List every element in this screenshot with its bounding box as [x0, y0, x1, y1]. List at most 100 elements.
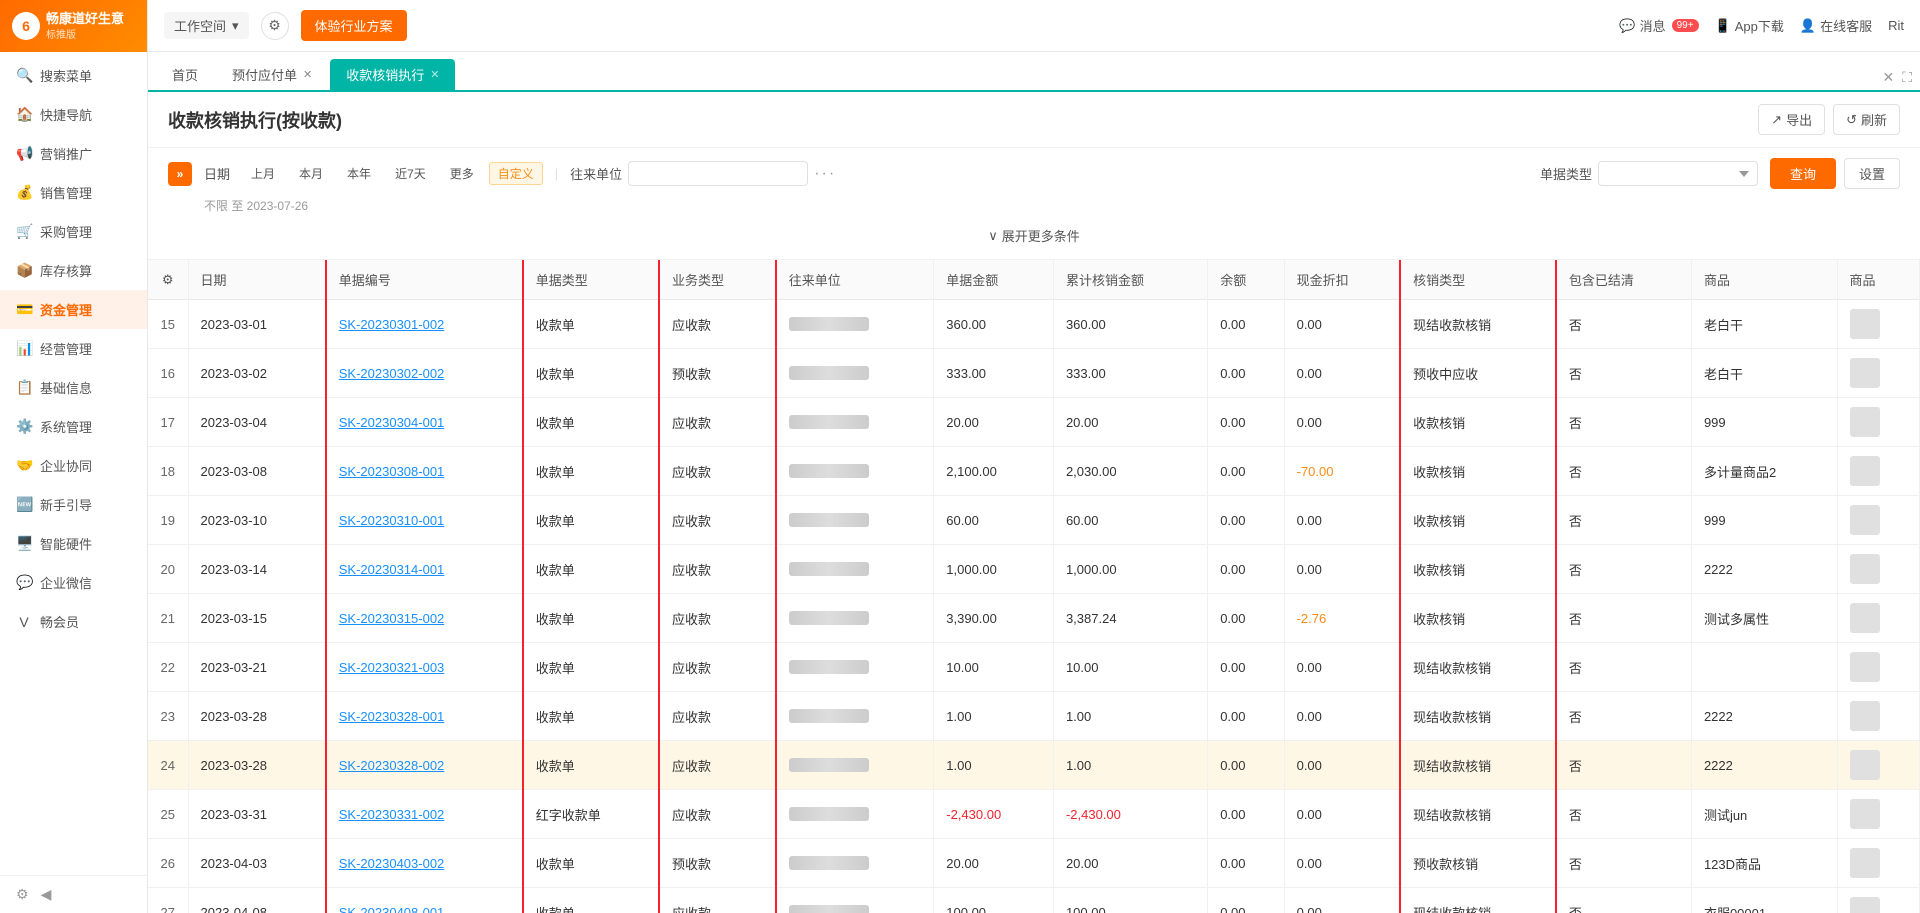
- sidebar-item-finance[interactable]: 💳 资金管理: [0, 290, 147, 329]
- cell-doctype: 收款单: [523, 300, 659, 349]
- service-btn[interactable]: 👤 在线客服: [1800, 16, 1872, 35]
- sidebar-item-guide[interactable]: 🆕 新手引导: [0, 485, 147, 524]
- cell-amount: 333.00: [934, 349, 1054, 398]
- cell-biztype: 应收款: [659, 300, 776, 349]
- doc-link[interactable]: SK-20230321-003: [339, 660, 445, 675]
- col-settings[interactable]: ⚙: [148, 260, 188, 300]
- cell-balance: 0.00: [1208, 300, 1284, 349]
- home-tab-label: 首页: [172, 65, 198, 84]
- doc-link[interactable]: SK-20230301-002: [339, 317, 445, 332]
- doc-link[interactable]: SK-20230302-002: [339, 366, 445, 381]
- filter-settings-btn[interactable]: 设置: [1844, 158, 1900, 189]
- sidebar-item-wechat[interactable]: 💬 企业微信: [0, 563, 147, 602]
- cell-verifytype: 现结收款核销: [1400, 692, 1556, 741]
- sidebar-item-inventory[interactable]: 📦 库存核算: [0, 251, 147, 290]
- cell-partner: ████████: [776, 643, 934, 692]
- doc-link[interactable]: SK-20230310-001: [339, 513, 445, 528]
- experience-btn[interactable]: 体验行业方案: [301, 10, 407, 41]
- product-thumb: [1850, 309, 1880, 339]
- blurred-partner: ████████: [789, 464, 869, 478]
- sidebar-icon-marketing: 📢: [16, 145, 32, 162]
- tab-home[interactable]: 首页: [156, 59, 214, 90]
- user-profile[interactable]: Rit: [1888, 18, 1904, 33]
- settings-icon[interactable]: ⚙: [16, 886, 29, 903]
- sidebar-item-quicknav[interactable]: 🏠 快捷导航: [0, 95, 147, 134]
- tab-collection[interactable]: 收款核销执行 ✕: [330, 59, 455, 90]
- topbar-settings-btn[interactable]: ⚙: [261, 12, 289, 40]
- doc-link[interactable]: SK-20230328-002: [339, 758, 445, 773]
- maximize-icon[interactable]: ⛶: [1902, 69, 1912, 86]
- app-download-btn[interactable]: 📱 App下载: [1715, 16, 1784, 35]
- collection-tab-close-icon[interactable]: ✕: [430, 68, 439, 81]
- col-balance: 余额: [1208, 260, 1284, 300]
- sidebar-item-search[interactable]: 🔍 搜索菜单: [0, 56, 147, 95]
- doc-link[interactable]: SK-20230328-001: [339, 709, 445, 724]
- cell-balance: 0.00: [1208, 496, 1284, 545]
- filter-doctype-select[interactable]: [1598, 161, 1758, 186]
- sidebar-label-basic: 基础信息: [40, 378, 92, 397]
- sidebar-item-basic[interactable]: 📋 基础信息: [0, 368, 147, 407]
- doc-link[interactable]: SK-20230403-002: [339, 856, 445, 871]
- sidebar-item-purchase[interactable]: 🛒 采购管理: [0, 212, 147, 251]
- blurred-partner: ████████: [789, 856, 869, 870]
- tab-prepay[interactable]: 预付应付单 ✕: [216, 59, 328, 90]
- sidebar-item-system[interactable]: ⚙️ 系统管理: [0, 407, 147, 446]
- sidebar-item-marketing[interactable]: 📢 营销推广: [0, 134, 147, 173]
- nav-tab-actions: ✕ ⛶: [1882, 69, 1912, 90]
- cell-date: 2023-03-31: [188, 790, 326, 839]
- cell-product2: [1837, 839, 1919, 888]
- cell-verifytype: 现结收款核销: [1400, 790, 1556, 839]
- cell-verified: 360.00: [1053, 300, 1207, 349]
- cell-product2: [1837, 741, 1919, 790]
- workspace-selector[interactable]: 工作空间 ▾: [164, 12, 249, 39]
- cell-product2: [1837, 496, 1919, 545]
- query-btn[interactable]: 查询: [1770, 158, 1836, 189]
- doc-link[interactable]: SK-20230331-002: [339, 807, 445, 822]
- cell-biztype: 应收款: [659, 398, 776, 447]
- sidebar-item-enterprise[interactable]: 🤝 企业协同: [0, 446, 147, 485]
- cell-verified: 1,000.00: [1053, 545, 1207, 594]
- prepay-tab-close-icon[interactable]: ✕: [303, 68, 312, 81]
- sidebar-item-operations[interactable]: 📊 经营管理: [0, 329, 147, 368]
- filter-this-year-btn[interactable]: 本年: [338, 162, 380, 185]
- sidebar-item-member[interactable]: V 畅会员: [0, 602, 147, 641]
- filter-expand-btn[interactable]: »: [168, 162, 192, 186]
- filter-more-btn[interactable]: 更多: [441, 162, 483, 185]
- page-header: 收款核销执行(按收款) ↗ 导出 ↺ 刷新: [148, 92, 1920, 148]
- cell-product: 多计量商品2: [1691, 447, 1837, 496]
- sidebar-item-sales[interactable]: 💰 销售管理: [0, 173, 147, 212]
- doc-link[interactable]: SK-20230408-001: [339, 905, 445, 913]
- cell-biztype: 应收款: [659, 496, 776, 545]
- cell-balance: 0.00: [1208, 545, 1284, 594]
- refresh-btn[interactable]: ↺ 刷新: [1833, 104, 1900, 135]
- cell-amount: 2,100.00: [934, 447, 1054, 496]
- sidebar-label-purchase: 采购管理: [40, 222, 92, 241]
- doc-link[interactable]: SK-20230314-001: [339, 562, 445, 577]
- filter-dots[interactable]: ···: [814, 165, 836, 183]
- filter-expand-more-btn[interactable]: ∨ 展开更多条件: [988, 226, 1080, 245]
- doc-link[interactable]: SK-20230304-001: [339, 415, 445, 430]
- filter-partner-input[interactable]: [628, 161, 808, 186]
- col-product2: 商品: [1837, 260, 1919, 300]
- data-table-container: ⚙ 日期 单据编号 单据类型 业务类型 往来单位 单据金额 累计核销金额 余额 …: [148, 260, 1920, 913]
- export-btn[interactable]: ↗ 导出: [1758, 104, 1825, 135]
- filter-last-month-btn[interactable]: 上月: [242, 162, 284, 185]
- cell-verified: 333.00: [1053, 349, 1207, 398]
- cell-product2: [1837, 447, 1919, 496]
- filter-row-date-range: 不限 至 2023-07-26: [168, 197, 1900, 214]
- filter-partner-label: 往来单位: [570, 164, 622, 183]
- product-thumb: [1850, 603, 1880, 633]
- sidebar-item-hardware[interactable]: 🖥️ 智能硬件: [0, 524, 147, 563]
- collapse-icon[interactable]: ◀: [41, 886, 52, 903]
- filter-7days-btn[interactable]: 近7天: [386, 162, 435, 185]
- cell-verifytype: 收款核销: [1400, 447, 1556, 496]
- filter-row-1: » 日期 上月 本月 本年 近7天 更多 自定义 | 往来单位 ··· 单据: [168, 158, 1900, 189]
- close-window-icon[interactable]: ✕: [1882, 69, 1894, 86]
- message-btn[interactable]: 💬 消息 99+: [1619, 16, 1698, 35]
- sidebar-icon-finance: 💳: [16, 301, 32, 318]
- cell-balance: 0.00: [1208, 349, 1284, 398]
- filter-this-month-btn[interactable]: 本月: [290, 162, 332, 185]
- filter-custom-btn[interactable]: 自定义: [489, 162, 543, 185]
- doc-link[interactable]: SK-20230315-002: [339, 611, 445, 626]
- doc-link[interactable]: SK-20230308-001: [339, 464, 445, 479]
